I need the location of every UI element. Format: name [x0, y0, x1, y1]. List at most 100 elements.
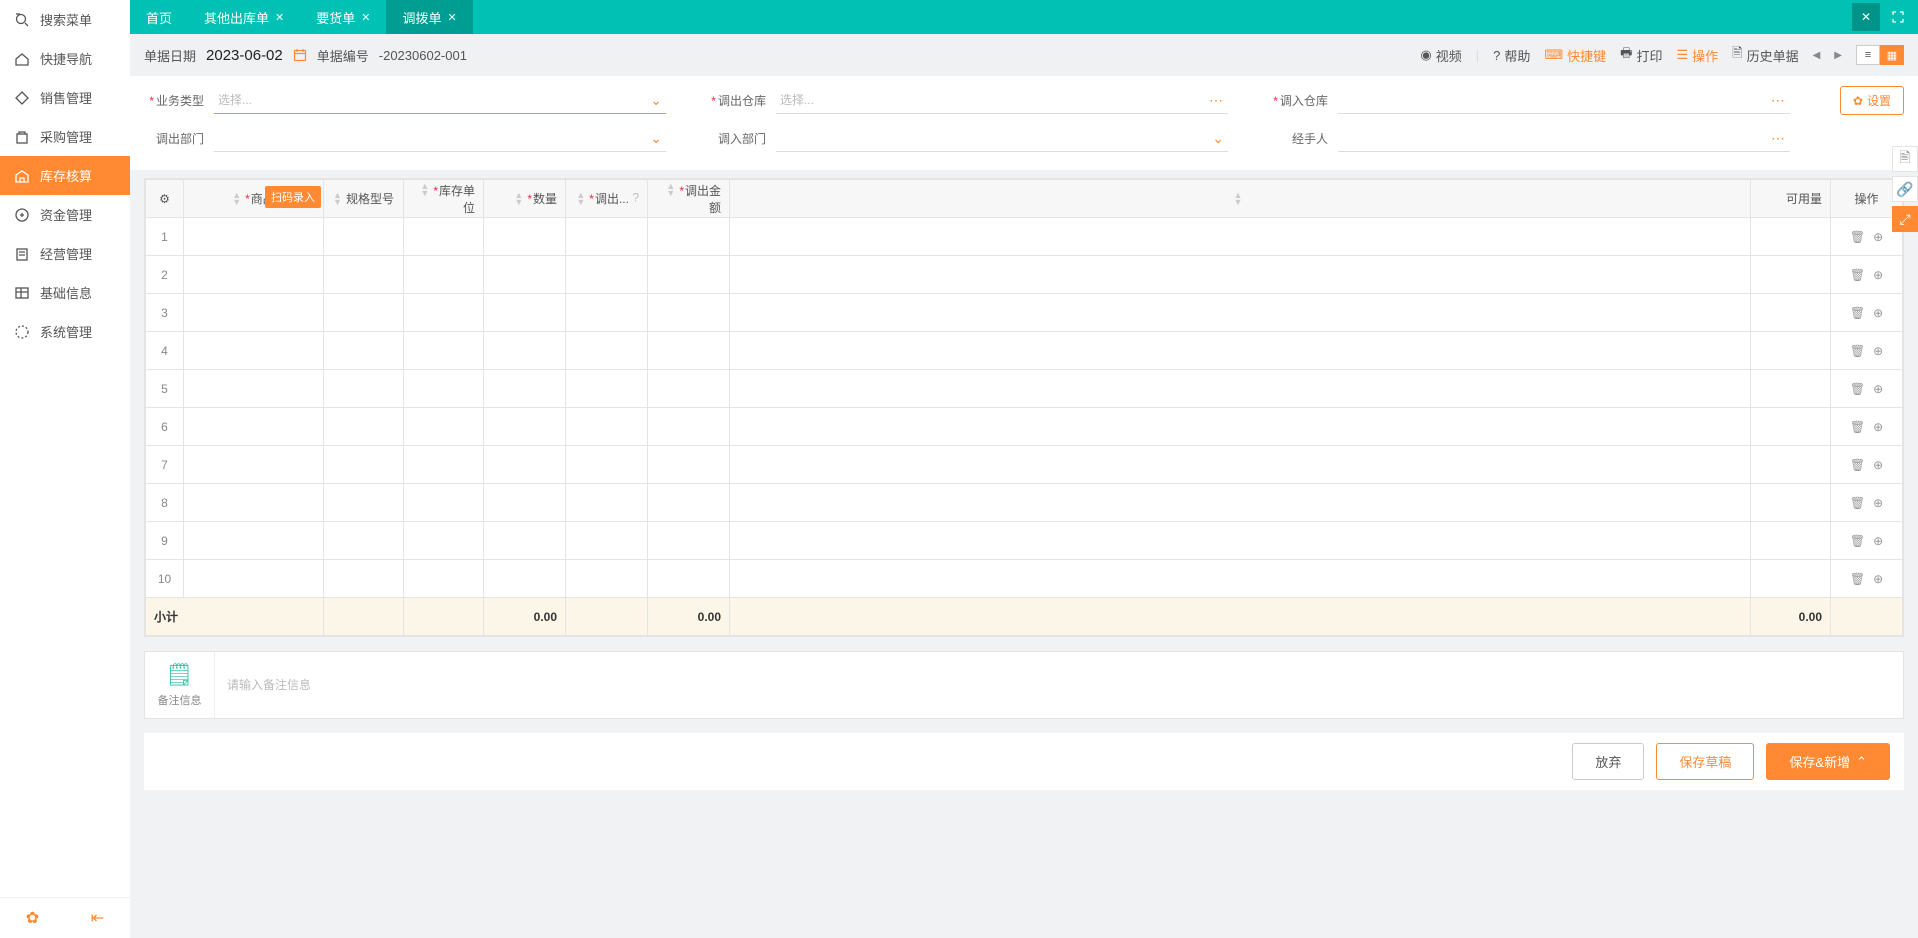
- ring-icon: [14, 324, 30, 340]
- sidebar-item-business[interactable]: 经营管理: [0, 234, 130, 273]
- rail-link-button[interactable]: 🔗: [1892, 176, 1918, 202]
- search-icon: [14, 12, 30, 28]
- add-row-icon[interactable]: ⊕: [1873, 306, 1883, 320]
- video-button[interactable]: ◉ 视频: [1420, 46, 1461, 65]
- sidebar-item-purchase[interactable]: 采购管理: [0, 117, 130, 156]
- bag-icon: [14, 129, 30, 145]
- row-index: 7: [146, 446, 184, 484]
- close-all-button[interactable]: ✕: [1852, 3, 1880, 31]
- settings-button[interactable]: ✿ 设置: [1840, 86, 1904, 115]
- sidebar-item-quicknav[interactable]: 快捷导航: [0, 39, 130, 78]
- add-row-icon[interactable]: ⊕: [1873, 458, 1883, 472]
- delete-row-icon[interactable]: 🗑: [1850, 572, 1865, 586]
- handler-input[interactable]: [1338, 125, 1790, 152]
- sidebar-item-sales[interactable]: 销售管理: [0, 78, 130, 117]
- out-dept-input[interactable]: [214, 125, 666, 152]
- date-value[interactable]: 2023-06-02: [206, 47, 283, 64]
- table-row[interactable]: 8🗑⊕: [146, 484, 1903, 522]
- table-row[interactable]: 4🗑⊕: [146, 332, 1903, 370]
- view-list-button[interactable]: ≡: [1856, 45, 1880, 65]
- delete-row-icon[interactable]: 🗑: [1850, 230, 1865, 244]
- table-row[interactable]: 6🗑⊕: [146, 408, 1903, 446]
- tab-transfer[interactable]: 调拨单✕: [386, 0, 472, 34]
- delete-row-icon[interactable]: 🗑: [1850, 420, 1865, 434]
- field-in-dept: 调入部门 ⌄: [706, 125, 1228, 152]
- sidebar-item-label: 采购管理: [40, 127, 92, 146]
- in-wh-input[interactable]: [1338, 87, 1790, 114]
- sidebar-item-label: 库存核算: [40, 166, 92, 185]
- add-row-icon[interactable]: ⊕: [1873, 344, 1883, 358]
- th-out[interactable]: ▲▼调出... ?: [566, 180, 648, 218]
- print-button[interactable]: 🖶 打印: [1620, 44, 1662, 66]
- shortcut-button[interactable]: ⌨ 快捷键: [1544, 46, 1606, 65]
- add-row-icon[interactable]: ⊕: [1873, 420, 1883, 434]
- collapse-button[interactable]: ⇤: [65, 898, 130, 938]
- th-product[interactable]: ▲▼商品扫码录入: [184, 180, 324, 218]
- save-new-button[interactable]: 保存&新增 ⌃: [1766, 743, 1890, 780]
- sidebar-item-inventory[interactable]: 库存核算: [0, 156, 130, 195]
- main: 首页 其他出库单✕ 要货单✕ 调拨单✕ ✕ 单据日期 2023-06-02 单据…: [130, 0, 1918, 938]
- add-row-icon[interactable]: ⊕: [1873, 572, 1883, 586]
- th-unit[interactable]: ▲▼库存单位: [404, 180, 484, 218]
- delete-row-icon[interactable]: 🗑: [1850, 268, 1865, 282]
- sidebar-item-search[interactable]: 搜索菜单: [0, 0, 130, 39]
- rail-doc-button[interactable]: 🖹: [1892, 146, 1918, 172]
- th-amt[interactable]: ▲▼调出金额: [648, 180, 730, 218]
- delete-row-icon[interactable]: 🗑: [1850, 458, 1865, 472]
- tab-other-out[interactable]: 其他出库单✕: [188, 0, 300, 34]
- add-row-icon[interactable]: ⊕: [1873, 230, 1883, 244]
- sidebar-item-label: 基础信息: [40, 283, 92, 302]
- sidebar-item-basic[interactable]: 基础信息: [0, 273, 130, 312]
- close-icon[interactable]: ✕: [448, 11, 457, 24]
- table-row[interactable]: 7 🗑 ⊕: [146, 446, 1903, 484]
- delete-row-icon[interactable]: 🗑: [1850, 496, 1865, 510]
- table-row[interactable]: 2🗑⊕: [146, 256, 1903, 294]
- tab-request[interactable]: 要货单✕: [300, 0, 386, 34]
- view-form-button[interactable]: ▦: [1880, 45, 1904, 65]
- table-row[interactable]: 3🗑⊕: [146, 294, 1903, 332]
- th-avail[interactable]: 可用量: [1751, 180, 1831, 218]
- delete-row-icon[interactable]: 🗑: [1850, 306, 1865, 320]
- table-row[interactable]: 5🗑⊕: [146, 370, 1903, 408]
- close-icon[interactable]: ✕: [361, 11, 370, 24]
- in-dept-input[interactable]: [776, 125, 1228, 152]
- close-icon[interactable]: ✕: [275, 11, 284, 24]
- fullscreen-button[interactable]: [1884, 3, 1912, 31]
- grid-icon: [14, 285, 30, 301]
- subtotal-row: 小计 0.00 0.00 0.00: [146, 598, 1903, 636]
- add-row-icon[interactable]: ⊕: [1873, 534, 1883, 548]
- sidebar-item-system[interactable]: 系统管理: [0, 312, 130, 351]
- th-gear[interactable]: ⚙: [146, 180, 184, 218]
- chevron-up-icon: ⌃: [1856, 754, 1867, 770]
- delete-row-icon[interactable]: 🗑: [1850, 344, 1865, 358]
- scan-tag[interactable]: 扫码录入: [265, 186, 321, 208]
- add-row-icon[interactable]: ⊕: [1873, 382, 1883, 396]
- save-draft-button[interactable]: 保存草稿: [1656, 743, 1754, 780]
- next-doc-button[interactable]: ▶: [1834, 50, 1842, 61]
- tab-home[interactable]: 首页: [130, 0, 188, 34]
- right-rail: 🖹 🔗 ⤢: [1892, 146, 1918, 232]
- delete-row-icon[interactable]: 🗑: [1850, 534, 1865, 548]
- biz-type-input[interactable]: [214, 87, 666, 114]
- table-row[interactable]: 1🗑⊕: [146, 218, 1903, 256]
- rail-expand-button[interactable]: ⤢: [1892, 206, 1918, 232]
- sidebar-item-funds[interactable]: 资金管理: [0, 195, 130, 234]
- add-row-icon[interactable]: ⊕: [1873, 268, 1883, 282]
- settings-gear-button[interactable]: ✿: [0, 898, 65, 938]
- table-row[interactable]: 10🗑⊕: [146, 560, 1903, 598]
- action-button[interactable]: ☰ 操作: [1676, 46, 1718, 65]
- th-qty[interactable]: ▲▼数量: [484, 180, 566, 218]
- th-spec[interactable]: ▲▼规格型号: [324, 180, 404, 218]
- help-button[interactable]: ? 帮助: [1493, 46, 1530, 65]
- prev-doc-button[interactable]: ◀: [1813, 50, 1821, 61]
- add-row-icon[interactable]: ⊕: [1873, 496, 1883, 510]
- table-row[interactable]: 9🗑⊕: [146, 522, 1903, 560]
- out-wh-input[interactable]: [776, 87, 1228, 114]
- calendar-icon[interactable]: [293, 48, 307, 62]
- note-input[interactable]: [215, 652, 1903, 718]
- delete-row-icon[interactable]: 🗑: [1850, 382, 1865, 396]
- history-button[interactable]: 🖹 历史单据: [1732, 44, 1798, 66]
- discard-button[interactable]: 放弃: [1572, 743, 1644, 780]
- sidebar-item-label: 资金管理: [40, 205, 92, 224]
- docno-label: 单据编号: [317, 46, 369, 65]
